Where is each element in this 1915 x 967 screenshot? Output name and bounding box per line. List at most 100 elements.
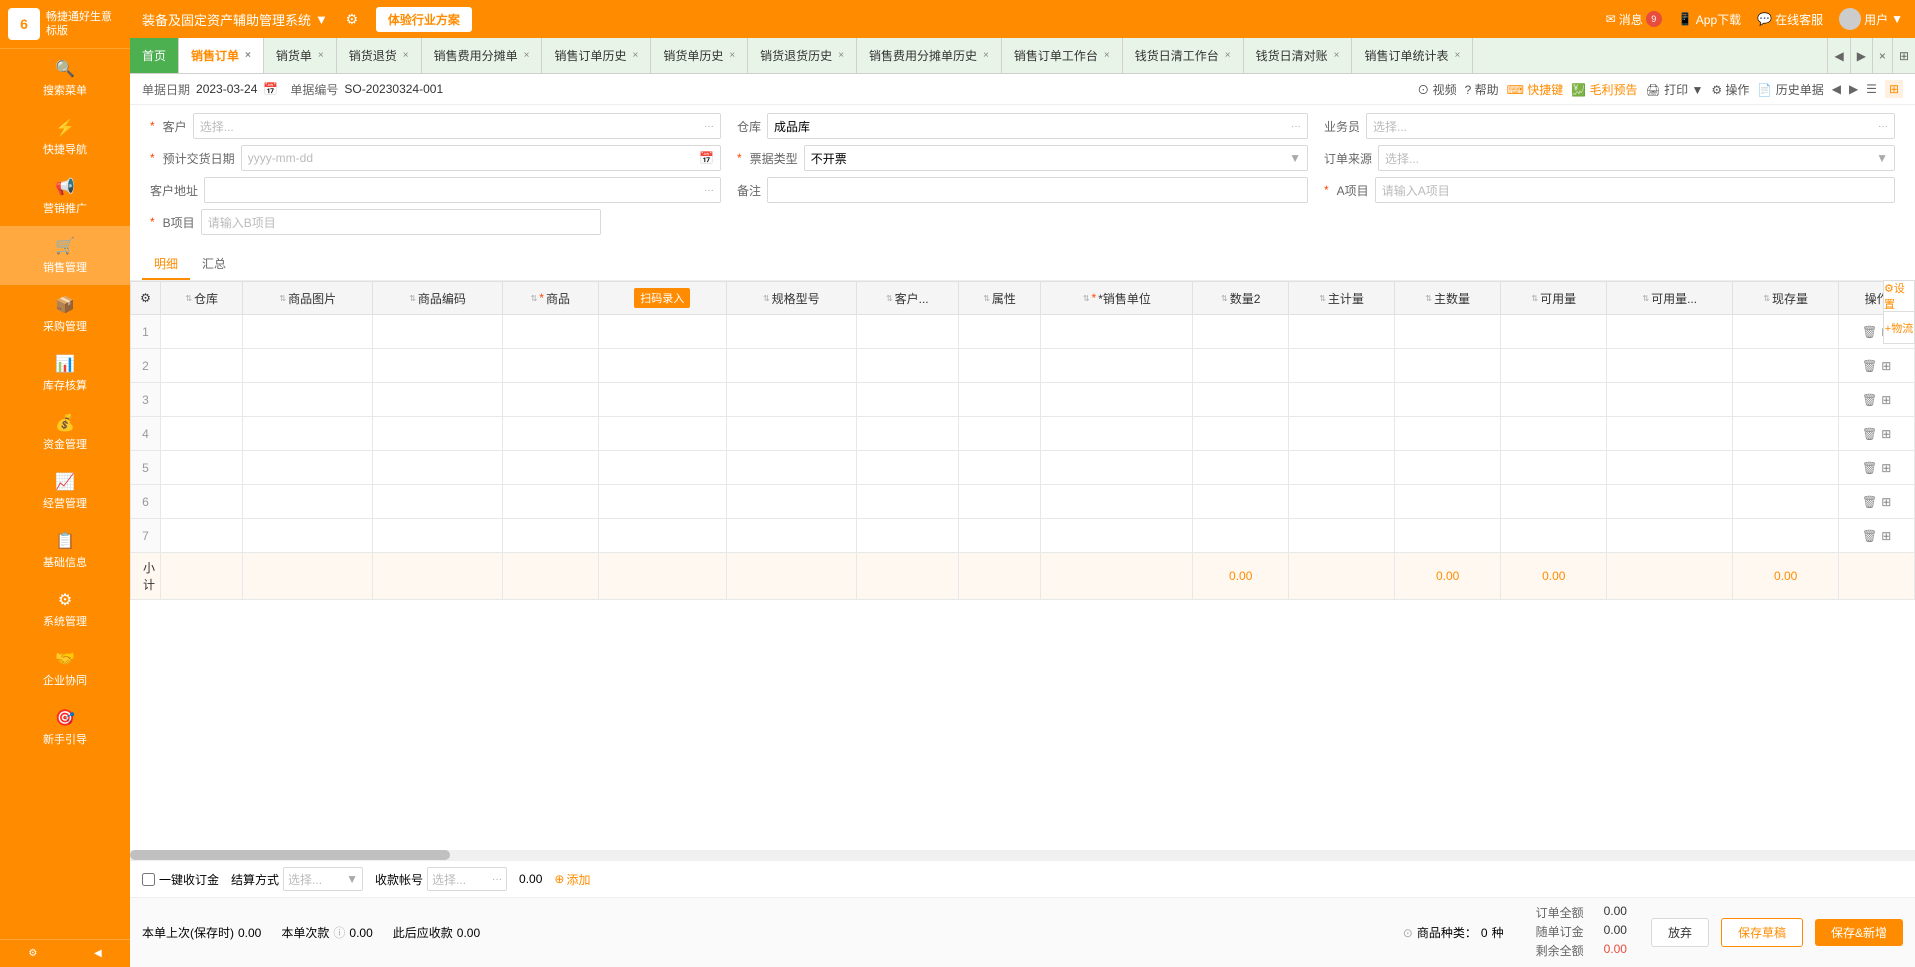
sidebar-item-营销推广[interactable]: 📢营销推广 — [0, 167, 130, 226]
scan-btn[interactable]: 扫码录入 — [634, 288, 690, 308]
delete-icon[interactable]: 🗑 — [1862, 427, 1877, 441]
tab-8[interactable]: 销售费用分摊单历史× — [857, 38, 1002, 73]
detail-tab-汇总[interactable]: 汇总 — [190, 249, 238, 280]
list-view-btn[interactable]: ☰ — [1866, 82, 1877, 96]
table-scrollbar[interactable] — [130, 850, 1915, 860]
detail-tab-明细[interactable]: 明细 — [142, 249, 190, 280]
sidebar-item-新手引导[interactable]: 🎯新手引导 — [0, 698, 130, 757]
profit-action[interactable]: 💹 毛利预告 — [1571, 81, 1637, 98]
col-available[interactable]: ⇅可用量 — [1501, 282, 1607, 315]
col-image[interactable]: ⇅商品图片 — [243, 282, 373, 315]
tab-10[interactable]: 钱货日清工作台× — [1123, 38, 1244, 73]
col-main_qty[interactable]: ⇅主数量 — [1395, 282, 1501, 315]
col-qty2[interactable]: ⇅数量2 — [1193, 282, 1289, 315]
tab-12[interactable]: 销售订单统计表× — [1352, 38, 1473, 73]
warehouse-more-btn[interactable]: ··· — [1291, 121, 1301, 132]
sidebar-item-经营管理[interactable]: 📈经营管理 — [0, 462, 130, 521]
salesperson-more-btn[interactable]: ··· — [1878, 121, 1888, 132]
account-select[interactable]: 选择... — [432, 871, 492, 888]
gear-icon[interactable]: ⚙ — [140, 291, 151, 305]
sidebar-item-基础信息[interactable]: 📋基础信息 — [0, 521, 130, 580]
one-click-checkbox[interactable] — [142, 873, 155, 886]
copy-icon[interactable]: ⊞ — [1881, 393, 1891, 407]
sidebar-item-企业协同[interactable]: 🤝企业协同 — [0, 639, 130, 698]
salesperson-input[interactable]: 选择... — [1373, 118, 1878, 135]
tab-nav-btn-1[interactable]: ▶ — [1850, 38, 1872, 73]
col-product[interactable]: ⇅*商品 — [502, 282, 598, 315]
industry-solution-btn[interactable]: 体验行业方案 — [376, 7, 472, 32]
col-warehouse[interactable]: ⇅仓库 — [161, 282, 243, 315]
delivery-date-input[interactable]: yyyy-mm-dd — [248, 151, 699, 165]
sidebar-item-资金管理[interactable]: 💰资金管理 — [0, 403, 130, 462]
delete-icon[interactable]: 🗑 — [1862, 325, 1877, 339]
user-btn[interactable]: 用户 ▼ — [1839, 8, 1903, 30]
account-more-btn[interactable]: ··· — [492, 874, 502, 885]
tab-5[interactable]: 销售订单历史× — [542, 38, 651, 73]
next-record-btn[interactable]: ▶ — [1849, 82, 1858, 96]
customer-more-btn[interactable]: ··· — [704, 121, 714, 132]
tab-3[interactable]: 销货退货× — [337, 38, 422, 73]
discard-btn[interactable]: 放弃 — [1651, 918, 1709, 947]
sidebar-item-采购管理[interactable]: 📦采购管理 — [0, 285, 130, 344]
tab-nav-btn-2[interactable]: × — [1872, 38, 1892, 73]
add-btn[interactable]: ⊕ 添加 — [554, 871, 590, 888]
calendar-icon[interactable]: 📅 — [263, 82, 278, 96]
tab-0[interactable]: 首页 — [130, 38, 179, 73]
info-icon[interactable]: ⓘ — [333, 924, 345, 941]
side-settings-btn[interactable]: ⚙设置 — [1883, 280, 1915, 312]
app-download-btn[interactable]: 📱 App下载 — [1678, 11, 1741, 28]
sidebar-item-库存核算[interactable]: 📊库存核算 — [0, 344, 130, 403]
copy-icon[interactable]: ⊞ — [1881, 427, 1891, 441]
shortcut-action[interactable]: ⌨ 快捷键 — [1507, 81, 1564, 98]
side-additem-btn[interactable]: +物流 — [1883, 312, 1915, 344]
tab-nav-btn-3[interactable]: ⊞ — [1892, 38, 1915, 73]
sidebar-settings-btn[interactable]: ⚙ — [28, 948, 37, 959]
customer-input[interactable]: 选择... — [200, 118, 704, 135]
history-action[interactable]: 📄 历史单据 — [1757, 81, 1823, 98]
view-action[interactable]: ⊙ 视频 — [1417, 81, 1456, 98]
col-gear[interactable]: ⚙ — [131, 282, 161, 315]
sidebar-item-搜索菜单[interactable]: 🔍搜索菜单 — [0, 49, 130, 108]
copy-icon[interactable]: ⊞ — [1881, 359, 1891, 373]
save-draft-btn[interactable]: 保存草稿 — [1721, 918, 1803, 947]
col-stock[interactable]: ⇅现存量 — [1733, 282, 1839, 315]
tab-1[interactable]: 销售订单× — [179, 38, 264, 73]
warehouse-input[interactable]: 成品库 — [774, 118, 1291, 135]
delivery-calendar-icon[interactable]: 📅 — [699, 151, 714, 165]
copy-icon[interactable]: ⊞ — [1881, 495, 1891, 509]
b-project-input[interactable]: 请输入B项目 — [208, 214, 594, 231]
save-new-btn[interactable]: 保存&新增 — [1815, 919, 1903, 946]
grid-view-btn[interactable]: ⊞ — [1885, 80, 1903, 98]
delete-icon[interactable]: 🗑 — [1862, 393, 1877, 407]
settings-btn[interactable]: ⚙ — [338, 5, 366, 33]
a-project-input[interactable]: 请输入A项目 — [1382, 182, 1888, 199]
copy-icon[interactable]: ⊞ — [1881, 461, 1891, 475]
copy-icon[interactable]: ⊞ — [1881, 529, 1891, 543]
sidebar-item-系统管理[interactable]: ⚙系统管理 — [0, 580, 130, 639]
tab-nav-btn-0[interactable]: ◀ — [1827, 38, 1849, 73]
online-service-btn[interactable]: 💬 在线客服 — [1757, 11, 1823, 28]
order-source-input[interactable]: 选择... — [1385, 150, 1876, 167]
tab-7[interactable]: 销货退货历史× — [748, 38, 857, 73]
tab-9[interactable]: 销售订单工作台× — [1002, 38, 1123, 73]
col-available2[interactable]: ⇅可用量... — [1607, 282, 1733, 315]
system-dropdown-btn[interactable]: ▼ — [315, 12, 328, 27]
col-code[interactable]: ⇅商品编码 — [373, 282, 503, 315]
payment-method-select[interactable]: 选择... — [288, 871, 346, 888]
operation-action[interactable]: ⚙ 操作 — [1711, 81, 1749, 98]
prev-record-btn[interactable]: ◀ — [1832, 82, 1841, 96]
tab-11[interactable]: 钱货日清对账× — [1244, 38, 1353, 73]
delete-icon[interactable]: 🗑 — [1862, 495, 1877, 509]
address-more-btn[interactable]: ··· — [704, 185, 714, 196]
delete-icon[interactable]: 🗑 — [1862, 359, 1877, 373]
col-spec[interactable]: ⇅规格型号 — [726, 282, 856, 315]
print-action[interactable]: 🖨 打印 ▼ — [1646, 81, 1704, 98]
col-attribute[interactable]: ⇅属性 — [958, 282, 1040, 315]
help-action[interactable]: ? 帮助 — [1465, 81, 1499, 98]
sidebar-item-快捷导航[interactable]: ⚡快捷导航 — [0, 108, 130, 167]
message-btn[interactable]: ✉ 消息 9 — [1606, 11, 1662, 28]
sidebar-item-销售管理[interactable]: 🛒销售管理 — [0, 226, 130, 285]
table-scrollbar-thumb[interactable] — [130, 850, 450, 860]
col-unit[interactable]: ⇅**销售单位 — [1041, 282, 1193, 315]
col-main_unit[interactable]: ⇅主计量 — [1289, 282, 1395, 315]
